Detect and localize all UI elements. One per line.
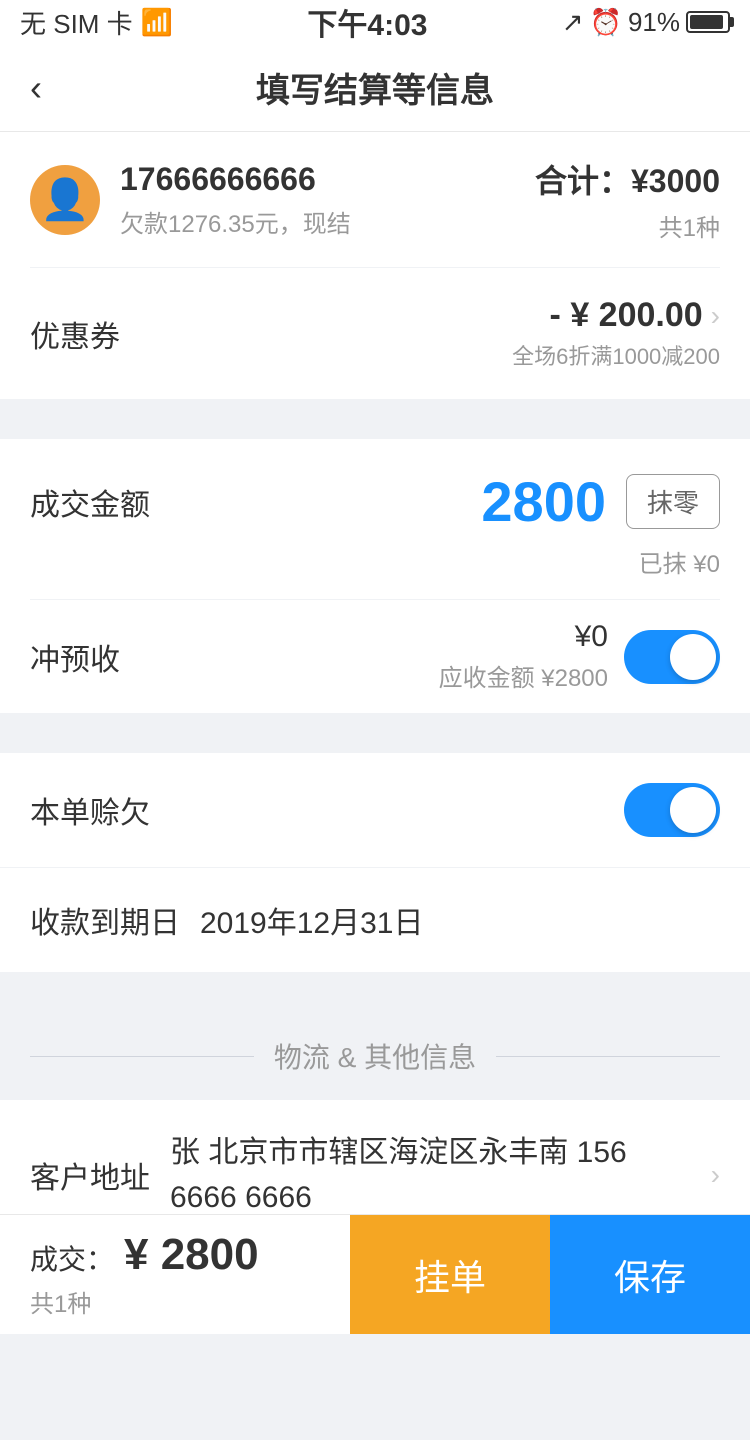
status-bar: 无 SIM 卡 📶 下午4:03 ↗ ⏰ 91% — [0, 0, 750, 44]
due-label: 收款到期日 — [30, 898, 180, 942]
credit-toggle[interactable] — [624, 783, 720, 837]
bottom-deal: 成交： ¥ 2800 — [30, 1230, 320, 1280]
section-gap-3 — [0, 992, 750, 1012]
logistics-header: 物流 & 其他信息 — [0, 1012, 750, 1100]
prepay-sub: 应收金额 ¥2800 — [439, 658, 608, 693]
bottom-deal-label: 成交： — [30, 1238, 114, 1278]
credit-label: 本单赊欠 — [30, 788, 150, 832]
wifi-icon: 📶 — [141, 7, 173, 38]
deal-sub: 已抹 ¥0 — [0, 544, 750, 599]
round-button[interactable]: 抹零 — [626, 474, 720, 529]
deal-row: 成交金额 2800 抹零 — [0, 439, 750, 544]
logistics-line-left — [30, 1056, 254, 1057]
user-total: 合计：¥3000 共1种 — [535, 156, 720, 243]
user-row: 👤 17666666666 欠款1276.35元，现结 合计：¥3000 共1种 — [0, 132, 750, 267]
coupon-amount-row: - ¥ 200.00 › — [550, 296, 720, 335]
hang-button[interactable]: 挂单 — [350, 1215, 550, 1334]
location-icon: ↗ — [562, 7, 584, 38]
address-content: 张 北京市市辖区海淀区永丰南 156 6666 6666 — [170, 1130, 701, 1220]
coupon-row[interactable]: 优惠券 - ¥ 200.00 › 全场6折满1000减200 — [0, 268, 750, 399]
battery-percent: 91% — [628, 7, 680, 38]
bottom-summary: 成交： ¥ 2800 共1种 — [0, 1215, 350, 1334]
coupon-desc: 全场6折满1000减200 — [512, 339, 720, 371]
coupon-arrow-icon: › — [711, 300, 720, 332]
status-right: ↗ ⏰ 91% — [562, 7, 730, 38]
prepay-amount: ¥0 — [439, 620, 608, 654]
status-time: 下午4:03 — [307, 0, 427, 44]
prepay-right: ¥0 应收金额 ¥2800 — [439, 620, 720, 693]
avatar: 👤 — [30, 165, 100, 235]
bottom-deal-amount: ¥ 2800 — [124, 1230, 259, 1280]
user-phone: 17666666666 — [120, 161, 535, 198]
credit-toggle-knob — [670, 787, 716, 833]
toggle-knob — [670, 634, 716, 680]
prepay-toggle[interactable] — [624, 630, 720, 684]
nav-bar: ‹ 填写结算等信息 — [0, 44, 750, 132]
logistics-title: 物流 & 其他信息 — [274, 1036, 476, 1076]
status-left: 无 SIM 卡 📶 — [20, 4, 173, 41]
carrier-text: 无 SIM 卡 — [20, 4, 133, 41]
prepay-row: 冲预收 ¥0 应收金额 ¥2800 — [0, 600, 750, 713]
credit-row: 本单赊欠 — [0, 753, 750, 867]
user-debt: 欠款1276.35元，现结 — [120, 204, 535, 239]
battery-icon — [686, 11, 730, 33]
avatar-icon: 👤 — [40, 176, 90, 223]
deal-right: 2800 抹零 — [481, 469, 720, 534]
due-row: 收款到期日 2019年12月31日 — [0, 867, 750, 972]
section-gap-1 — [0, 419, 750, 439]
user-info: 17666666666 欠款1276.35元，现结 — [120, 161, 535, 239]
credit-card: 本单赊欠 收款到期日 2019年12月31日 — [0, 753, 750, 972]
bottom-bar: 成交： ¥ 2800 共1种 挂单 保存 — [0, 1214, 750, 1334]
coupon-amount: - ¥ 200.00 — [550, 296, 703, 335]
address-label: 客户地址 — [30, 1153, 150, 1197]
prepay-amount-block: ¥0 应收金额 ¥2800 — [439, 620, 608, 693]
bottom-deal-count: 共1种 — [30, 1284, 320, 1319]
address-arrow-icon: › — [711, 1159, 720, 1191]
section-gap-2 — [0, 733, 750, 753]
total-count: 共1种 — [535, 208, 720, 243]
deal-label: 成交金额 — [30, 480, 150, 524]
total-amount: 合计：¥3000 — [535, 156, 720, 202]
deal-amount: 2800 — [481, 469, 606, 534]
user-card: 👤 17666666666 欠款1276.35元，现结 合计：¥3000 共1种… — [0, 132, 750, 399]
coupon-label: 优惠券 — [30, 312, 120, 356]
prepay-label: 冲预收 — [30, 635, 120, 679]
coupon-right: - ¥ 200.00 › 全场6折满1000减200 — [512, 296, 720, 371]
back-button[interactable]: ‹ — [0, 67, 72, 109]
logistics-line-right — [496, 1056, 720, 1057]
save-button[interactable]: 保存 — [550, 1215, 750, 1334]
deal-card: 成交金额 2800 抹零 已抹 ¥0 冲预收 ¥0 应收金额 ¥2800 — [0, 439, 750, 713]
alarm-icon: ⏰ — [590, 7, 622, 38]
page-title: 填写结算等信息 — [256, 63, 494, 112]
due-date: 2019年12月31日 — [200, 898, 423, 942]
